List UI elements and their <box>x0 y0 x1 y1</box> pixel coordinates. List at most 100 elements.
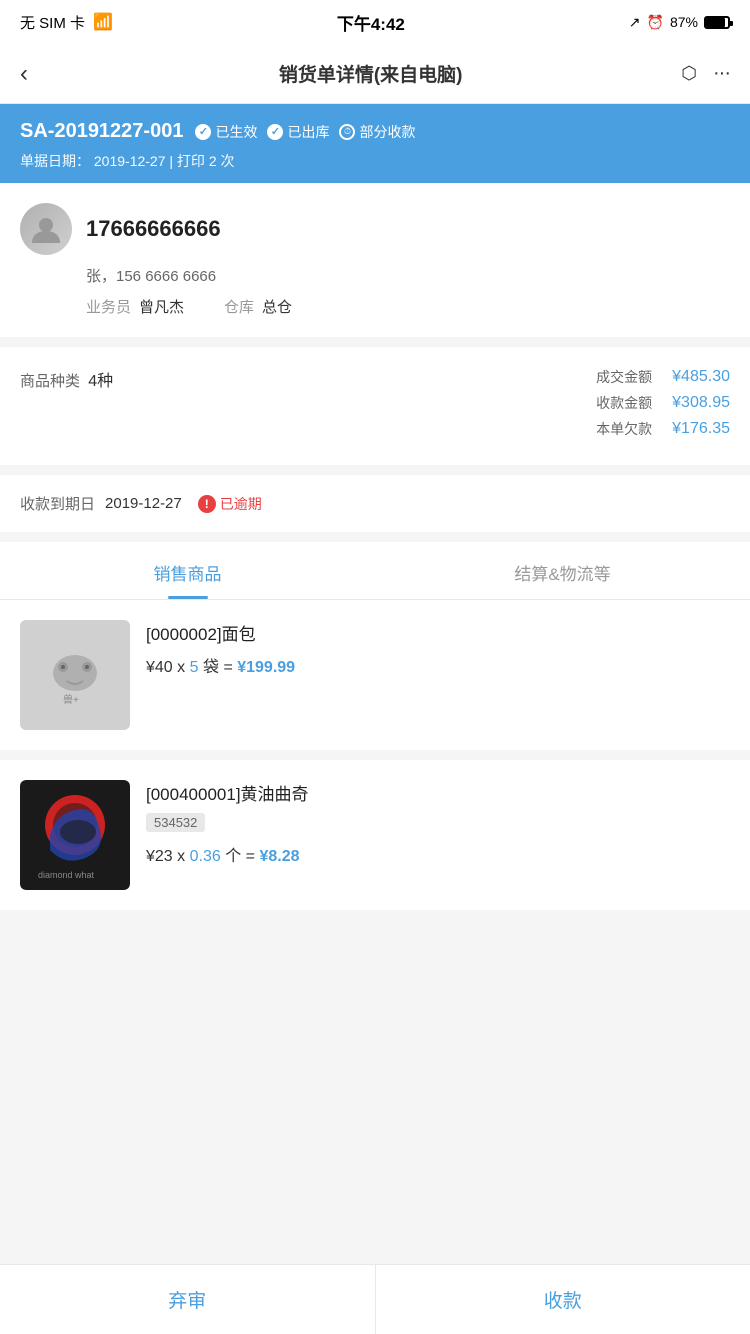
wifi-icon: 📶 <box>93 12 113 32</box>
overdue-dot-icon: ! <box>198 495 216 513</box>
receive-value: ¥308.95 <box>672 394 730 412</box>
share-icon[interactable]: ⬡ <box>681 63 697 84</box>
product-image-2: diamond what <box>20 780 130 890</box>
type-label: 商品种类 <box>20 373 80 390</box>
product-total-2: ¥8.28 <box>259 848 299 865</box>
bread-image-icon: 兽+ <box>35 635 115 715</box>
customer-section: 17666666666 张，156 6666 6666 业务员 曾凡杰 仓库 总… <box>0 183 750 337</box>
order-id-row: SA-20191227-001 已生效 已出库 ⏱ 部分收款 <box>20 120 730 143</box>
agent-label: 业务员 <box>86 296 131 317</box>
product-equals-2: = <box>246 848 260 865</box>
stats-section: 商品种类 4种 成交金额 ¥485.30 收款金额 ¥308.95 本单欠款 ¥… <box>0 347 750 465</box>
badge-shipped-label: 已出库 <box>287 122 329 142</box>
product-info-2: [000400001]黄油曲奇 534532 ¥23 x 0.36 个 = ¥8… <box>146 780 730 866</box>
cookie-image-icon: diamond what <box>20 780 130 890</box>
receive-amount-row: 收款金额 ¥308.95 <box>596 393 730 413</box>
print-info: | 打印 2 次 <box>169 153 234 169</box>
product-price-1: ¥40 <box>146 659 173 676</box>
more-icon[interactable]: ··· <box>713 62 730 85</box>
product-multiply-2: x <box>177 848 189 865</box>
battery-percent: 87% <box>670 14 698 30</box>
type-count: 4种 <box>88 373 113 390</box>
agent-info: 业务员 曾凡杰 <box>86 296 184 317</box>
avatar <box>20 203 72 255</box>
status-badges: 已生效 已出库 ⏱ 部分收款 <box>195 122 415 142</box>
customer-phone: 17666666666 <box>86 216 221 242</box>
debt-label: 本单欠款 <box>596 419 652 439</box>
collect-payment-label: 收款 <box>544 1286 582 1313</box>
stats-left: 商品种类 4种 <box>20 367 113 391</box>
avatar-inner <box>20 203 72 255</box>
warehouse-info: 仓库 总仓 <box>224 296 292 317</box>
bottom-spacer <box>0 920 750 1000</box>
due-date: 2019-12-27 <box>105 495 182 512</box>
warehouse-name: 总仓 <box>262 296 292 317</box>
check-icon-1 <box>195 124 211 140</box>
bottom-bar: 弃审 收款 <box>0 1264 750 1334</box>
page-title: 销货单详情(来自电脑) <box>60 60 681 87</box>
tab-settlement-label: 结算&物流等 <box>514 565 610 584</box>
tab-sales-label: 销售商品 <box>154 565 222 584</box>
tabs-row: 销售商品 结算&物流等 <box>0 542 750 599</box>
badge-effective: 已生效 <box>195 122 257 142</box>
product-image-1: 兽+ <box>20 620 130 730</box>
customer-info-row: 业务员 曾凡杰 仓库 总仓 <box>86 296 730 317</box>
overdue-badge: ! 已逾期 <box>198 494 262 514</box>
debt-value: ¥176.35 <box>672 420 730 438</box>
order-date: 2019-12-27 <box>94 153 166 169</box>
debt-amount-row: 本单欠款 ¥176.35 <box>596 419 730 439</box>
status-time: 下午4:42 <box>337 10 405 35</box>
badge-partial: ⏱ 部分收款 <box>339 122 415 142</box>
deal-label: 成交金额 <box>596 367 652 387</box>
deal-amount-row: 成交金额 ¥485.30 <box>596 367 730 387</box>
product-unit-2: 个 <box>225 848 241 865</box>
receive-label: 收款金额 <box>596 393 652 413</box>
badge-shipped: 已出库 <box>267 122 329 142</box>
svg-text:diamond what: diamond what <box>38 870 95 880</box>
product-multiply-1: x <box>177 659 189 676</box>
product-name-1: [0000002]面包 <box>146 620 730 645</box>
product-info-1: [0000002]面包 ¥40 x 5 袋 = ¥199.99 <box>146 620 730 677</box>
status-bar: 无 SIM 卡 📶 下午4:42 ↗ ⏰ 87% <box>0 0 750 44</box>
product-unit-1: 袋 <box>203 659 219 676</box>
due-section: 收款到期日 2019-12-27 ! 已逾期 <box>0 475 750 532</box>
list-item: 兽+ [0000002]面包 ¥40 x 5 袋 = ¥199.99 <box>0 600 750 750</box>
product-price-2: ¥23 <box>146 848 173 865</box>
order-id: SA-20191227-001 <box>20 120 183 143</box>
cancel-review-button[interactable]: 弃审 <box>0 1265 376 1334</box>
clock-icon: ⏱ <box>339 124 355 140</box>
status-right: ↗ ⏰ 87% <box>629 14 730 31</box>
product-thumbnail-1: 兽+ <box>20 620 130 730</box>
product-price-row-2: ¥23 x 0.36 个 = ¥8.28 <box>146 842 730 866</box>
location-icon: ↗ <box>629 14 641 31</box>
tab-sales-products[interactable]: 销售商品 <box>0 542 375 599</box>
deal-value: ¥485.30 <box>672 368 730 386</box>
check-icon-2 <box>267 124 283 140</box>
list-item: diamond what [000400001]黄油曲奇 534532 ¥23 … <box>0 760 750 910</box>
collect-payment-button[interactable]: 收款 <box>376 1265 750 1334</box>
badge-partial-label: 部分收款 <box>359 122 415 142</box>
nav-actions: ⬡ ··· <box>681 62 730 85</box>
nav-bar: ‹ 销货单详情(来自电脑) ⬡ ··· <box>0 44 750 104</box>
agent-name: 曾凡杰 <box>139 296 184 317</box>
order-date-row: 单据日期： 2019-12-27 | 打印 2 次 <box>20 151 730 171</box>
battery-icon <box>704 16 730 29</box>
due-label: 收款到期日 <box>20 493 95 514</box>
overdue-text: 已逾期 <box>220 494 262 514</box>
product-total-1: ¥199.99 <box>237 659 295 676</box>
badge-effective-label: 已生效 <box>215 122 257 142</box>
user-avatar-icon <box>30 213 62 245</box>
tab-settlement[interactable]: 结算&物流等 <box>375 542 750 599</box>
back-button[interactable]: ‹ <box>20 60 60 88</box>
product-qty-1: 5 <box>190 659 199 676</box>
order-header: SA-20191227-001 已生效 已出库 ⏱ 部分收款 单据日期： 201… <box>0 104 750 183</box>
product-price-row-1: ¥40 x 5 袋 = ¥199.99 <box>146 653 730 677</box>
warehouse-label: 仓库 <box>224 296 254 317</box>
cancel-review-label: 弃审 <box>168 1286 206 1313</box>
date-label: 单据日期： <box>20 153 90 169</box>
stats-right: 成交金额 ¥485.30 收款金额 ¥308.95 本单欠款 ¥176.35 <box>596 367 730 445</box>
status-left: 无 SIM 卡 📶 <box>20 12 113 33</box>
product-thumbnail-2: diamond what <box>20 780 130 890</box>
tabs-section: 销售商品 结算&物流等 <box>0 542 750 600</box>
customer-name-detail: 张，156 6666 6666 <box>86 265 730 286</box>
